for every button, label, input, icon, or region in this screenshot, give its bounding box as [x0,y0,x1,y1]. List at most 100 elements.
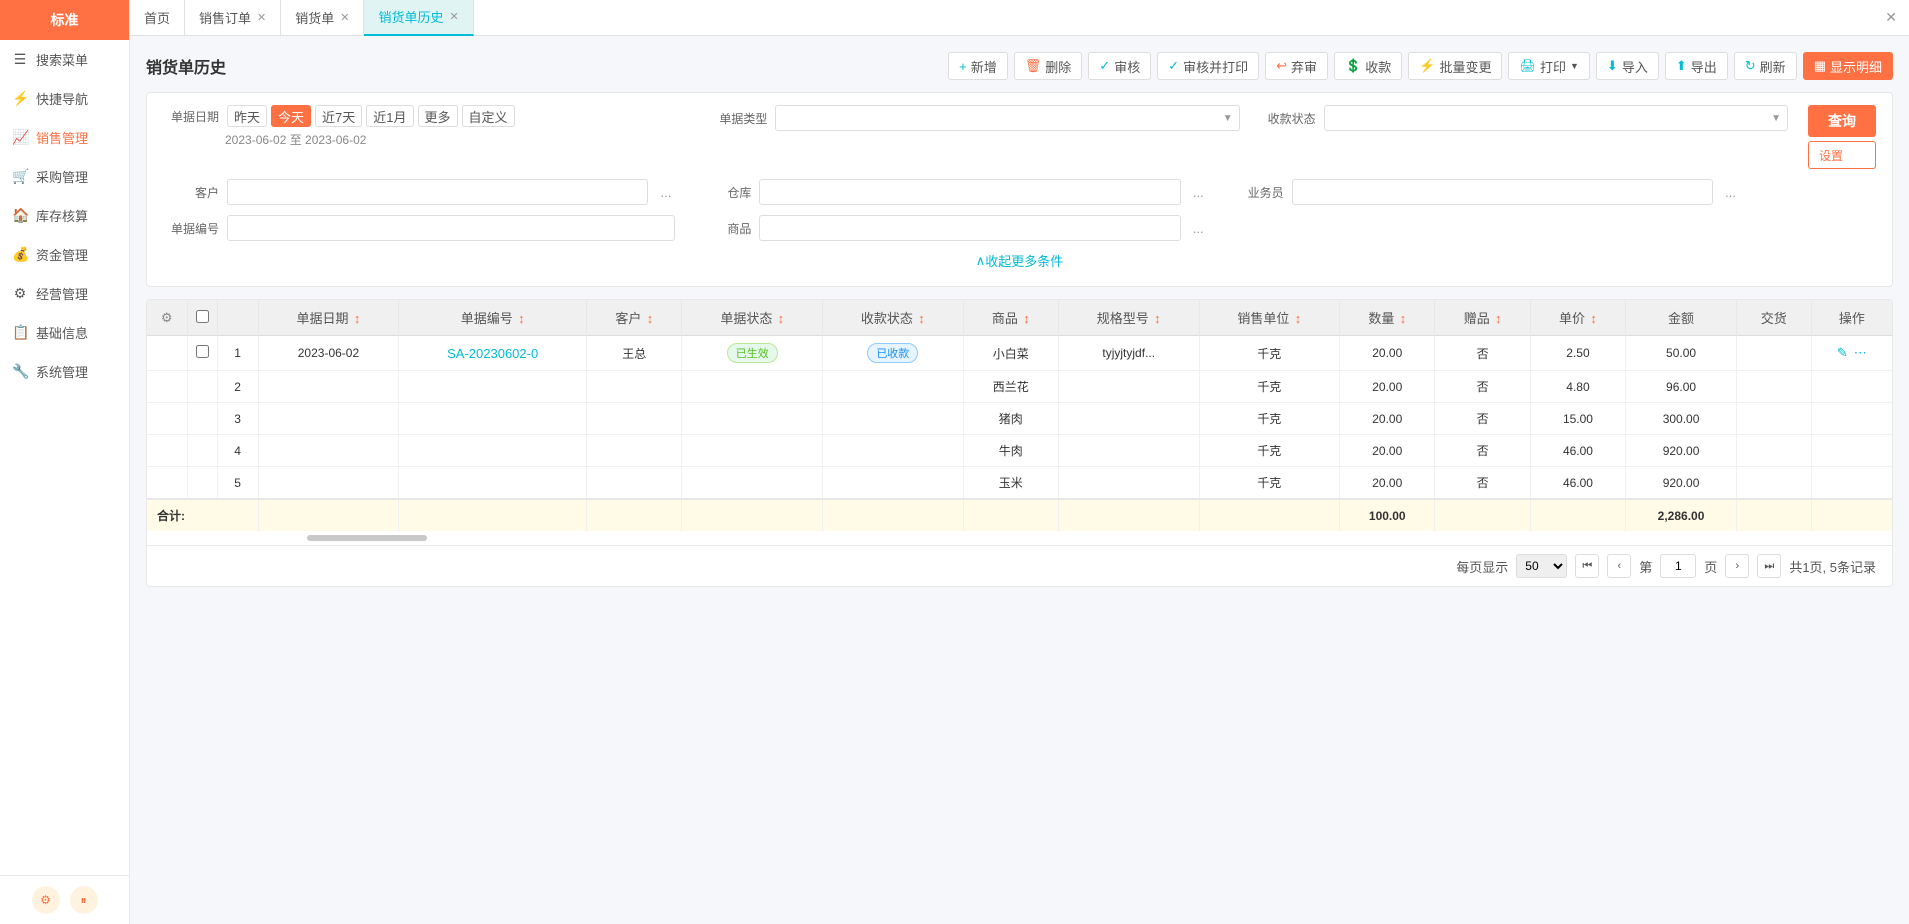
customer-dots[interactable]: ... [656,183,675,202]
salesperson-dots[interactable]: ... [1721,183,1740,202]
sidebar-item-search-menu[interactable]: ☰ 搜索菜单 [0,40,129,79]
sidebar-logo: 标准 [0,0,129,40]
horizontal-scrollbar[interactable] [307,535,427,541]
more-btn[interactable]: 更多 [418,105,458,127]
last-page-btn[interactable]: ⏭ [1757,554,1781,578]
warehouse-label: 仓库 [695,184,751,201]
cell-rowno: 4 [217,435,258,467]
prev-page-btn[interactable]: ‹ [1607,554,1631,578]
cell-docstatus [682,371,823,403]
abandon-button[interactable]: ↩ 弃审 [1265,52,1328,80]
th-spec[interactable]: 规格型号 ↕ [1058,300,1199,336]
collapse-button[interactable]: ∧ 收起更多条件 [163,247,1876,274]
warehouse-input[interactable] [759,179,1180,205]
th-date[interactable]: 单据日期 ↕ [258,300,399,336]
th-paystatus[interactable]: 收款状态 ↕ [823,300,964,336]
salesperson-input[interactable] [1292,179,1713,205]
page-number-input[interactable] [1660,554,1696,578]
sidebar-item-purchase-mgmt[interactable]: 🛒 采购管理 [0,157,129,196]
last7-btn[interactable]: 近7天 [315,105,362,127]
cell-price: 46.00 [1530,467,1625,500]
tab-sales-order-close[interactable]: ✕ [257,11,266,24]
date-label: 单据日期 [163,108,219,125]
audit-button[interactable]: ✓ 审核 [1088,52,1151,80]
customer-input[interactable] [227,179,648,205]
tab-sales-delivery[interactable]: 销货单 ✕ [281,0,364,36]
cell-spec [1058,403,1199,435]
cell-docno [399,435,587,467]
audit-print-button[interactable]: ✓ 审核并打印 [1157,52,1259,80]
inventory-icon: 🏠 [12,207,28,224]
cell-docstatus [682,435,823,467]
doc-no-input[interactable] [227,215,675,241]
print-button[interactable]: 🖨 打印 ▼ [1508,52,1589,80]
tabs-close-all[interactable]: ✕ [1873,9,1909,26]
sidebar-item-ops[interactable]: ⚙ 经营管理 [0,274,129,313]
custom-btn[interactable]: 自定义 [462,105,515,127]
cell-gift: 否 [1435,371,1530,403]
sidebar-item-finance[interactable]: 💰 资金管理 [0,235,129,274]
setting-button[interactable]: 设置 [1808,141,1876,169]
page-size-select[interactable]: 50 100 200 [1516,554,1567,578]
page-size-label: 每页显示 [1456,557,1508,576]
sidebar-item-quick-nav[interactable]: ⚡ 快捷导航 [0,79,129,118]
delete-button[interactable]: 🗑 删除 [1014,52,1083,80]
last1m-btn[interactable]: 近1月 [366,105,413,127]
tab-sales-delivery-close[interactable]: ✕ [340,11,349,24]
th-gift[interactable]: 赠品 ↕ [1435,300,1530,336]
cell-gift: 否 [1435,467,1530,500]
cell-trade [1736,435,1811,467]
sidebar-item-base-info[interactable]: 📋 基础信息 [0,313,129,352]
yesterday-btn[interactable]: 昨天 [227,105,267,127]
sidebar-item-inventory[interactable]: 🏠 库存核算 [0,196,129,235]
warehouse-dots[interactable]: ... [1189,183,1208,202]
collect-status-select[interactable]: ▼ [1324,105,1788,131]
batch-change-button[interactable]: ⚡ 批量变更 [1408,52,1502,80]
th-docstatus[interactable]: 单据状态 ↕ [682,300,823,336]
th-price[interactable]: 单价 ↕ [1530,300,1625,336]
table-row: 5 玉米 千克 20.00 否 46.00 920.00 [147,467,1892,500]
cell-check [187,371,217,403]
select-all-checkbox[interactable] [196,310,209,323]
add-button[interactable]: + 新增 [948,52,1008,80]
filter-section: 单据日期 昨天 今天 近7天 近1月 [146,92,1893,287]
doc-no-link[interactable]: SA-20230602-0 [447,346,538,361]
table-settings-gear-icon[interactable]: ⚙ [161,310,173,325]
cell-settings [147,403,187,435]
first-page-btn[interactable]: ⏮ [1575,554,1599,578]
next-page-btn[interactable]: › [1725,554,1749,578]
th-docno[interactable]: 单据编号 ↕ [399,300,587,336]
goods-input[interactable] [759,215,1180,241]
price-sort-icon: ↕ [1590,311,1597,326]
cell-spec: tyjyjtyjdf... [1058,336,1199,371]
goods-dots[interactable]: ... [1189,219,1208,238]
cell-paystatus: 已收款 [823,336,964,371]
tab-sales-history-close[interactable]: ✕ [450,10,459,23]
row-checkbox[interactable] [196,345,209,358]
th-qty[interactable]: 数量 ↕ [1340,300,1435,336]
show-detail-button[interactable]: ▦ 显示明细 [1803,52,1893,80]
cell-amount: 96.00 [1626,371,1737,403]
date-range: 2023-06-02 至 2023-06-02 [225,133,366,147]
summary-amount: 2,286.00 [1626,499,1737,531]
cell-paystatus [823,403,964,435]
import-button[interactable]: ⬇ 导入 [1596,52,1659,80]
query-button[interactable]: 查询 [1808,105,1876,137]
sidebar-settings-btn[interactable]: ⚙ [32,886,60,914]
more-icon[interactable]: ⋯ [1854,345,1867,361]
tab-sales-history[interactable]: 销货单历史 ✕ [364,0,473,36]
tab-sales-order[interactable]: 销售订单 ✕ [185,0,281,36]
tab-home[interactable]: 首页 [130,0,185,36]
sidebar-item-sales-mgmt[interactable]: 📈 销售管理 [0,118,129,157]
edit-icon[interactable]: ✎ [1837,345,1848,361]
export-button[interactable]: ⬆ 导出 [1665,52,1728,80]
refresh-button[interactable]: ↻ 刷新 [1734,52,1797,80]
th-customer[interactable]: 客户 ↕ [587,300,682,336]
sidebar-item-sys-mgmt[interactable]: 🔧 系统管理 [0,352,129,391]
doc-type-select[interactable]: ▼ [775,105,1239,131]
th-goods[interactable]: 商品 ↕ [963,300,1058,336]
th-unit[interactable]: 销售单位 ↕ [1199,300,1340,336]
collect-button[interactable]: 💲 收款 [1334,52,1402,80]
sidebar-pause-btn[interactable]: ⏸ [70,886,98,914]
today-btn[interactable]: 今天 [271,105,311,127]
